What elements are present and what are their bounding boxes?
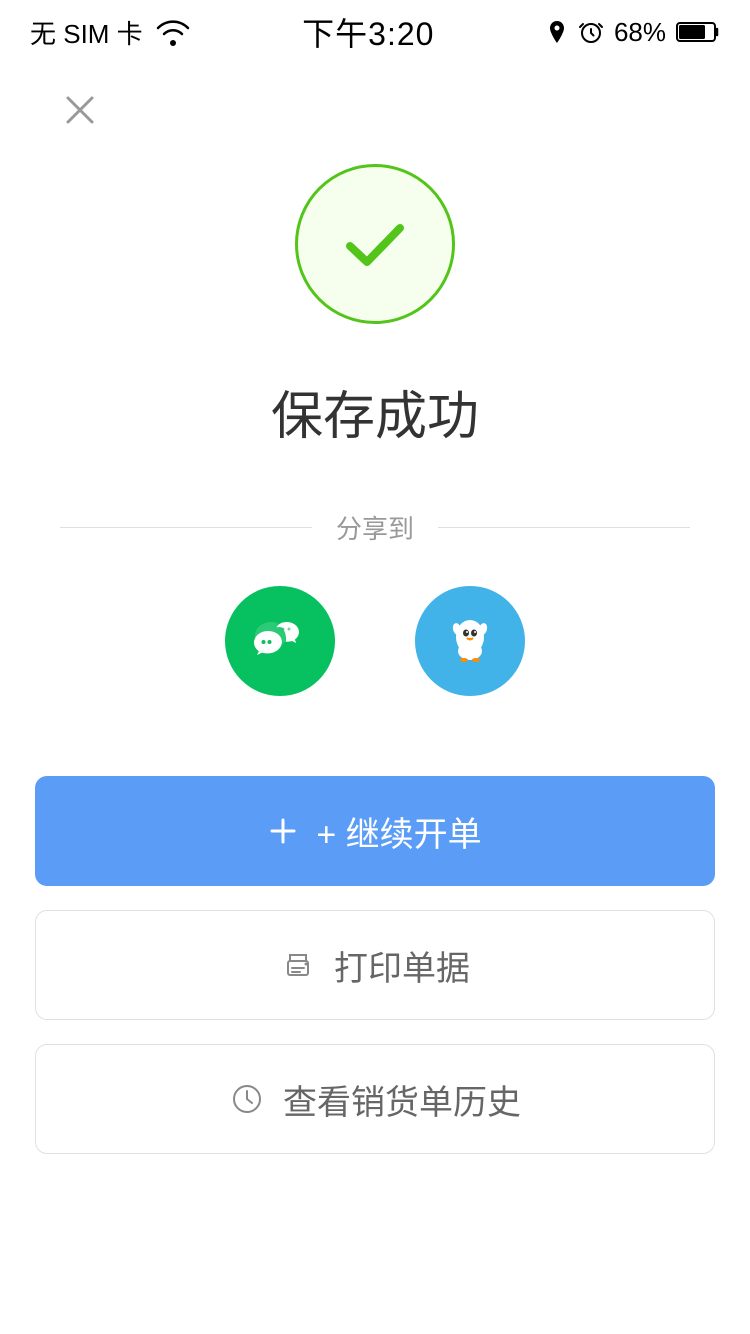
status-time: 下午3:20 — [302, 9, 434, 55]
share-qq-button[interactable] — [415, 586, 525, 696]
action-buttons-container: + 继续开单 打印单据 查看销 — [35, 776, 715, 1154]
print-button[interactable]: 打印单据 — [35, 910, 715, 1020]
history-button[interactable]: 查看销货单历史 — [35, 1044, 715, 1154]
location-icon — [546, 19, 568, 45]
share-label: 分享到 — [312, 509, 438, 546]
share-wechat-button[interactable] — [225, 586, 335, 696]
share-line-left — [60, 527, 312, 528]
success-title: 保存成功 — [271, 374, 479, 449]
success-icon-circle — [295, 164, 455, 324]
battery-text: 68% — [614, 17, 666, 48]
main-content: 保存成功 分享到 — [0, 64, 750, 1154]
plus-icon — [268, 816, 298, 846]
close-button[interactable] — [50, 80, 110, 140]
print-icon — [280, 947, 316, 983]
status-right: 68% — [546, 17, 720, 48]
alarm-icon — [578, 19, 604, 45]
clock-icon — [229, 1081, 265, 1117]
history-label: 查看销货单历史 — [283, 1075, 521, 1124]
print-label: 打印单据 — [334, 941, 470, 990]
no-sim-text: 无 SIM 卡 — [30, 14, 143, 51]
share-icons-container — [225, 586, 525, 696]
checkmark-icon — [335, 204, 415, 284]
status-bar: 无 SIM 卡 下午3:20 68% — [0, 0, 750, 64]
continue-button[interactable]: + 继续开单 — [35, 776, 715, 886]
share-divider: 分享到 — [0, 509, 750, 546]
battery-icon — [676, 20, 720, 44]
wechat-icon — [246, 607, 314, 675]
status-left: 无 SIM 卡 — [30, 14, 191, 51]
wifi-icon — [155, 18, 191, 46]
qq-icon — [436, 607, 504, 675]
continue-label: + 继续开单 — [316, 807, 481, 856]
share-line-right — [438, 527, 690, 528]
